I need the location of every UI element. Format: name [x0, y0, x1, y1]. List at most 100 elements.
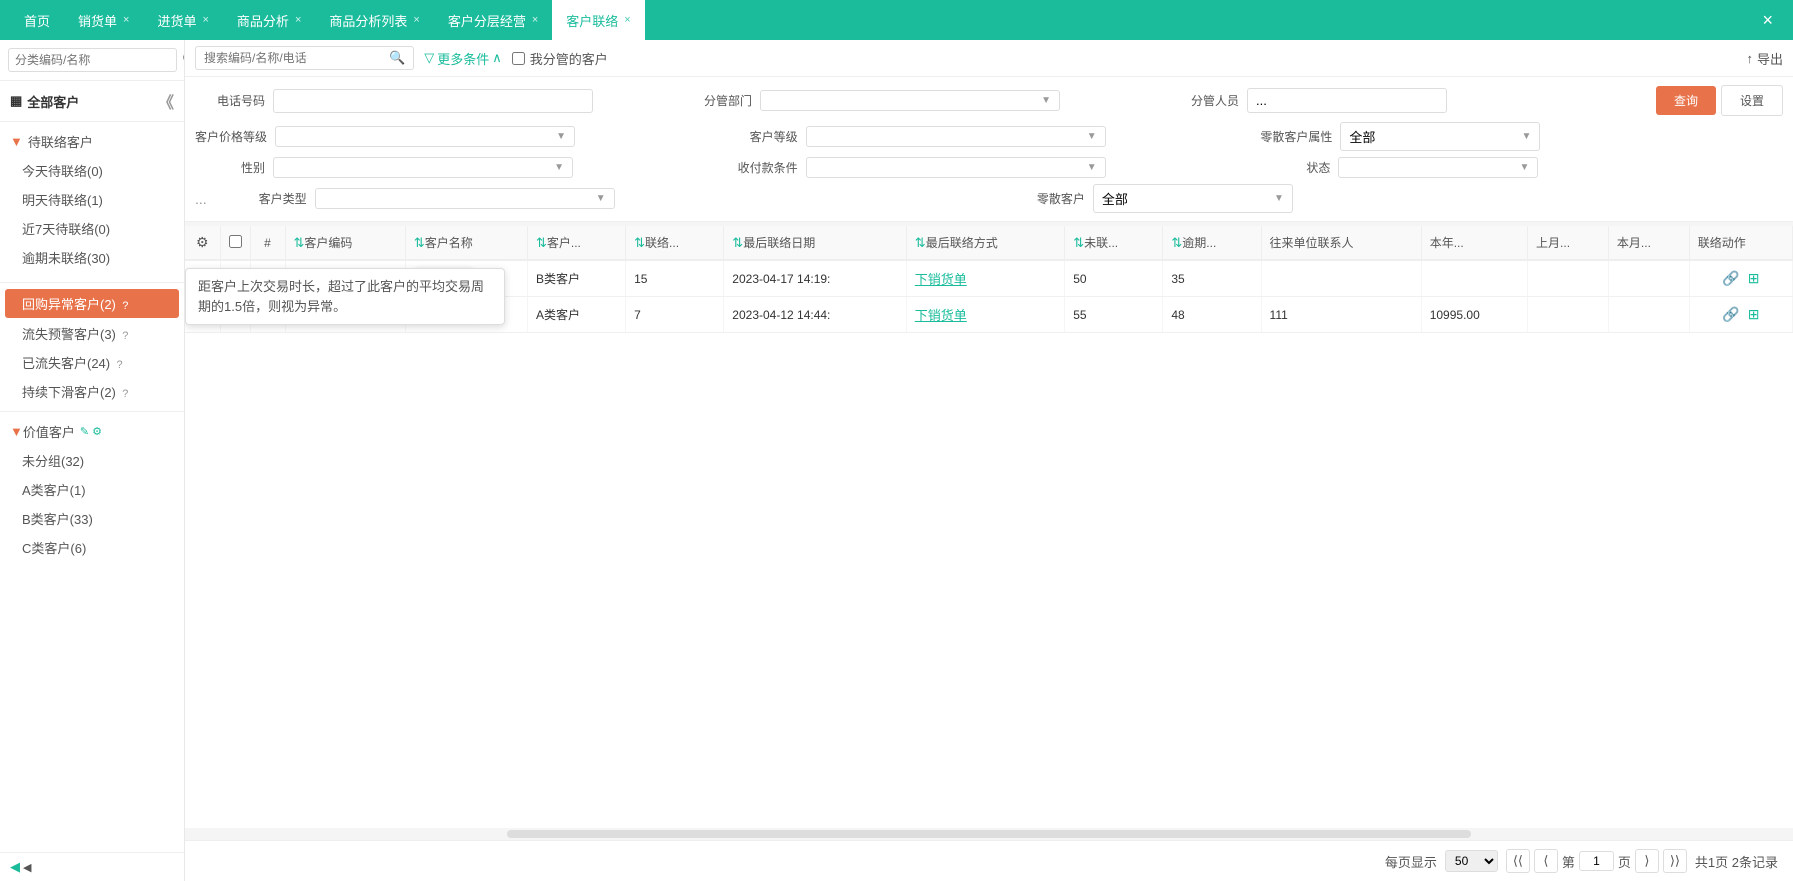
more-filter-btn[interactable]: ▽ 更多条件 ∧	[424, 49, 502, 68]
price-grade-select[interactable]: ▼	[275, 126, 575, 147]
value-customer-edit-icon[interactable]: ✎	[80, 425, 89, 438]
sidebar-class-b[interactable]: B类客户(33)	[0, 504, 184, 533]
row2-action-link-icon[interactable]: 🔗	[1722, 306, 1739, 323]
nav-customer-tier-close[interactable]: ×	[532, 14, 538, 26]
sidebar-week-contact[interactable]: 近7天待联络(0)	[0, 214, 184, 243]
sidebar-collapse-btn[interactable]: 《	[158, 89, 174, 113]
sidebar-ungrouped[interactable]: 未分组(32)	[0, 446, 184, 475]
filter-retail-customer: 零散客户 全部 ▼	[1015, 184, 1783, 213]
repeat-abnormal-tip-icon[interactable]: ?	[122, 300, 128, 312]
col-last-date-header[interactable]: ⇅最后联络日期	[724, 226, 906, 260]
nav-customer-tier[interactable]: 客户分层经营 ×	[434, 0, 552, 40]
person-select-dots: ...	[1256, 93, 1267, 108]
export-btn[interactable]: ↑ 导出	[1746, 49, 1783, 68]
filter-dots[interactable]: ...	[195, 191, 207, 207]
customer-grade-select[interactable]: ▼	[806, 126, 1106, 147]
dept-select-arrow: ▼	[1041, 95, 1051, 106]
person-select[interactable]: ...	[1247, 88, 1447, 113]
gender-select[interactable]: ▼	[273, 157, 573, 178]
last-date-sort-icon: ⇅	[732, 235, 743, 250]
row2-last-method-link[interactable]: 下销货单	[915, 308, 967, 323]
payment-select[interactable]: ▼	[806, 157, 1106, 178]
row1-action-grid-icon[interactable]: ⊞	[1748, 270, 1760, 287]
row2-action-grid-icon[interactable]: ⊞	[1748, 306, 1760, 323]
sidebar-tomorrow-contact[interactable]: 明天待联络(1)	[0, 185, 184, 214]
row1-last-date: 2023-04-17 14:19:	[724, 260, 906, 297]
first-page-btn[interactable]: ⟨⟨	[1506, 849, 1530, 873]
dept-select[interactable]: ▼	[760, 90, 1060, 111]
next-page-btn[interactable]: ⟩	[1635, 849, 1659, 873]
nav-analysis-close[interactable]: ×	[295, 14, 301, 26]
nav-sales[interactable]: 销货单 ×	[64, 0, 143, 40]
filter-row-2: 客户价格等级 ▼ 客户等级 ▼ 零散客户属性 全部 ▼	[195, 122, 1783, 151]
app-close[interactable]: ×	[1752, 10, 1783, 31]
sidebar-today-contact[interactable]: 今天待联络(0)	[0, 156, 184, 185]
sidebar-class-c[interactable]: C类客户(6)	[0, 533, 184, 562]
row1-action-link-icon[interactable]: 🔗	[1722, 270, 1739, 287]
select-all-checkbox[interactable]	[229, 235, 242, 248]
sidebar-repeat-abnormal[interactable]: 回购异常客户(2) ?	[5, 289, 179, 318]
row1-last-method-link[interactable]: 下销货单	[915, 272, 967, 287]
sidebar-class-a[interactable]: A类客户(1)	[0, 475, 184, 504]
prev-page-btn[interactable]: ⟨	[1534, 849, 1558, 873]
person-label: 分管人员	[1169, 92, 1239, 109]
sidebar-bottom-nav[interactable]: ◀ ◀	[0, 853, 184, 881]
col-code-header[interactable]: ⇅客户编码	[285, 226, 405, 260]
lost-tip-icon[interactable]: ?	[116, 359, 122, 371]
waiting-contact-header[interactable]: ▼ 待联络客户	[0, 127, 184, 156]
sidebar-lost-pre[interactable]: 流失预警客户(3) ?	[0, 319, 184, 348]
retail-attr-select[interactable]: 全部 ▼	[1340, 122, 1540, 151]
col-unit-contact-header[interactable]: 往来单位联系人	[1261, 226, 1421, 260]
col-settings-header[interactable]: ⚙	[185, 226, 220, 260]
page-input[interactable]	[1579, 851, 1614, 871]
col-name-header[interactable]: ⇅客户名称	[405, 226, 527, 260]
retail-attr-arrow: ▼	[1521, 131, 1531, 142]
horizontal-scrollbar[interactable]	[185, 828, 1793, 840]
nav-analysis[interactable]: 商品分析 ×	[223, 0, 315, 40]
nav-home[interactable]: 首页	[10, 0, 64, 40]
col-unlcontacted-header[interactable]: ⇅未联...	[1065, 226, 1163, 260]
col-class-header[interactable]: ⇅客户...	[527, 226, 625, 260]
nav-purchase-close[interactable]: ×	[202, 14, 208, 26]
sidebar-no-contact[interactable]: 逾期未联络(30)	[0, 243, 184, 272]
nav-sales-close[interactable]: ×	[123, 14, 129, 26]
per-page-select[interactable]: 50 100 200	[1445, 850, 1498, 872]
query-btn[interactable]: 查询	[1656, 86, 1716, 115]
value-customer-settings-icon[interactable]: ⚙	[92, 425, 102, 438]
col-last-method-header[interactable]: ⇅最后联络方式	[906, 226, 1064, 260]
my-customer-checkbox[interactable]	[512, 52, 525, 65]
col-overdue-header[interactable]: ⇅逾期...	[1163, 226, 1261, 260]
sidebar: 🔍 ▦ 全部客户 《 ▼ 待联络客户 今天待联络(0) 明天待联络(1) 近7天…	[0, 40, 185, 881]
row1-unlcontacted: 50	[1065, 260, 1163, 297]
sidebar-lost[interactable]: 已流失客户(24) ?	[0, 348, 184, 377]
nav-customer-contact-close[interactable]: ×	[624, 14, 630, 26]
col-this-year-header[interactable]: 本年...	[1421, 226, 1527, 260]
row2-last-date: 2023-04-12 14:44:	[724, 297, 906, 333]
col-contact-header[interactable]: ⇅联络...	[626, 226, 724, 260]
scroll-thumb[interactable]	[507, 830, 1472, 838]
retail-customer-select[interactable]: 全部 ▼	[1093, 184, 1293, 213]
customer-type-select[interactable]: ▼	[315, 188, 615, 209]
value-customer-header[interactable]: ▼ 价值客户 ✎ ⚙	[0, 417, 184, 446]
filter-row-3: 性别 ▼ 收付款条件 ▼ 状态 ▼	[195, 157, 1783, 178]
search-icon[interactable]: 🔍	[389, 50, 405, 66]
nav-customer-contact[interactable]: 客户联络 ×	[552, 0, 644, 40]
sidebar-search-input[interactable]	[8, 48, 177, 72]
table-settings-icon[interactable]: ⚙	[196, 234, 209, 250]
continuous-down-tip-icon[interactable]: ?	[122, 388, 128, 400]
sidebar-bottom-nav-label: ◀	[23, 861, 31, 874]
phone-input[interactable]	[273, 89, 593, 113]
settings-btn[interactable]: 设置	[1721, 85, 1783, 116]
col-last-month-header[interactable]: 上月...	[1528, 226, 1609, 260]
nav-analysis-list[interactable]: 商品分析列表 ×	[315, 0, 433, 40]
nav-purchase[interactable]: 进货单 ×	[143, 0, 222, 40]
last-page-btn[interactable]: ⟩⟩	[1663, 849, 1687, 873]
nav-analysis-list-close[interactable]: ×	[413, 14, 419, 26]
left-arrow-icon: ◀	[10, 859, 20, 875]
value-customer-label: 价值客户	[23, 422, 75, 441]
col-this-month-header[interactable]: 本月...	[1608, 226, 1689, 260]
lost-pre-tip-icon[interactable]: ?	[122, 330, 128, 342]
status-select[interactable]: ▼	[1338, 157, 1538, 178]
search-input[interactable]	[204, 51, 384, 65]
sidebar-continuous-down[interactable]: 持续下滑客户(2) ?	[0, 377, 184, 406]
